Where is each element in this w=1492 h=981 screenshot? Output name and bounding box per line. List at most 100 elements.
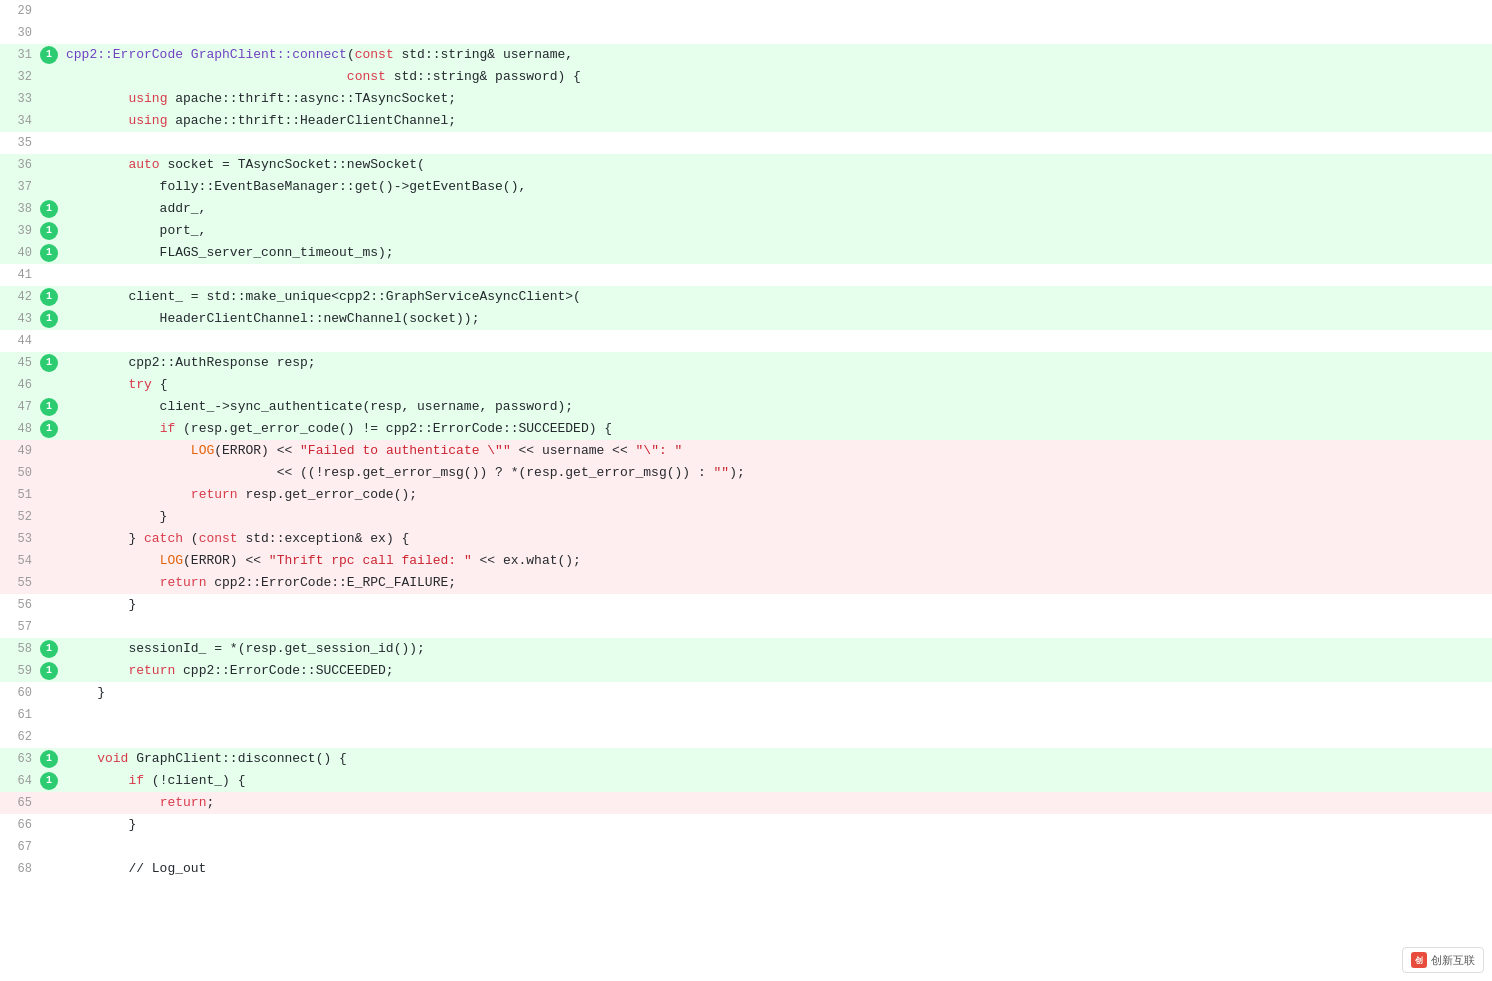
line-number: 42 [0,286,40,308]
table-row: 581 sessionId_ = *(resp.get_session_id()… [0,638,1492,660]
line-number: 33 [0,88,40,110]
line-number: 43 [0,308,40,330]
line-number: 60 [0,682,40,704]
change-badge: 1 [40,200,58,218]
line-number: 41 [0,264,40,286]
line-number: 64 [0,770,40,792]
line-number: 44 [0,330,40,352]
line-number: 55 [0,572,40,594]
code-content: return resp.get_error_code(); [62,484,1492,506]
change-badge: 1 [40,222,58,240]
table-row: 54 LOG(ERROR) << "Thrift rpc call failed… [0,550,1492,572]
table-row: 30 [0,22,1492,44]
line-number: 63 [0,748,40,770]
change-badge: 1 [40,354,58,372]
table-row: 50 << ((!resp.get_error_msg()) ? *(resp.… [0,462,1492,484]
table-row: 52 } [0,506,1492,528]
code-content: cpp2::AuthResponse resp; [62,352,1492,374]
table-row: 421 client_ = std::make_unique<cpp2::Gra… [0,286,1492,308]
line-number: 32 [0,66,40,88]
line-number: 46 [0,374,40,396]
change-badge: 1 [40,750,58,768]
line-number: 52 [0,506,40,528]
code-content: FLAGS_server_conn_timeout_ms); [62,242,1492,264]
code-content: cpp2::ErrorCode GraphClient::connect(con… [62,44,1492,66]
line-number: 48 [0,418,40,440]
watermark-logo: 创 [1411,952,1427,968]
code-content: LOG(ERROR) << "Thrift rpc call failed: "… [62,550,1492,572]
table-row: 41 [0,264,1492,286]
code-content: void GraphClient::disconnect() { [62,748,1492,770]
table-row: 36 auto socket = TAsyncSocket::newSocket… [0,154,1492,176]
code-content: addr_, [62,198,1492,220]
line-number: 34 [0,110,40,132]
code-content: return cpp2::ErrorCode::E_RPC_FAILURE; [62,572,1492,594]
code-content: folly::EventBaseManager::get()->getEvent… [62,176,1492,198]
code-lines: 2930311cpp2::ErrorCode GraphClient::conn… [0,0,1492,880]
table-row: 431 HeaderClientChannel::newChannel(sock… [0,308,1492,330]
code-content: LOG(ERROR) << "Failed to authenticate \"… [62,440,1492,462]
line-number: 49 [0,440,40,462]
line-number: 58 [0,638,40,660]
line-number: 54 [0,550,40,572]
table-row: 60 } [0,682,1492,704]
line-number: 39 [0,220,40,242]
code-content: try { [62,374,1492,396]
table-row: 451 cpp2::AuthResponse resp; [0,352,1492,374]
change-badge: 1 [40,398,58,416]
line-number: 31 [0,44,40,66]
change-badge: 1 [40,420,58,438]
table-row: 65 return; [0,792,1492,814]
code-content: client_ = std::make_unique<cpp2::GraphSe… [62,286,1492,308]
table-row: 35 [0,132,1492,154]
code-content: port_, [62,220,1492,242]
change-badge: 1 [40,640,58,658]
table-row: 46 try { [0,374,1492,396]
table-row: 591 return cpp2::ErrorCode::SUCCEEDED; [0,660,1492,682]
code-viewer: 2930311cpp2::ErrorCode GraphClient::conn… [0,0,1492,981]
table-row: 401 FLAGS_server_conn_timeout_ms); [0,242,1492,264]
line-number: 62 [0,726,40,748]
table-row: 641 if (!client_) { [0,770,1492,792]
line-number: 38 [0,198,40,220]
code-content: } catch (const std::exception& ex) { [62,528,1492,550]
watermark: 创 创新互联 [1402,947,1484,973]
code-content: << ((!resp.get_error_msg()) ? *(resp.get… [62,462,1492,484]
table-row: 66 } [0,814,1492,836]
code-content: return cpp2::ErrorCode::SUCCEEDED; [62,660,1492,682]
line-number: 61 [0,704,40,726]
line-number: 45 [0,352,40,374]
line-number: 68 [0,858,40,880]
table-row: 53 } catch (const std::exception& ex) { [0,528,1492,550]
line-number: 30 [0,22,40,44]
table-row: 32 const std::string& password) { [0,66,1492,88]
table-row: 51 return resp.get_error_code(); [0,484,1492,506]
watermark-text: 创新互联 [1431,953,1475,968]
line-number: 50 [0,462,40,484]
code-content: // Log_out [62,858,1492,880]
line-number: 29 [0,0,40,22]
line-number: 66 [0,814,40,836]
line-number: 40 [0,242,40,264]
table-row: 391 port_, [0,220,1492,242]
code-content: client_->sync_authenticate(resp, usernam… [62,396,1492,418]
line-number: 56 [0,594,40,616]
code-content: using apache::thrift::async::TAsyncSocke… [62,88,1492,110]
line-number: 59 [0,660,40,682]
table-row: 67 [0,836,1492,858]
table-row: 381 addr_, [0,198,1492,220]
table-row: 61 [0,704,1492,726]
change-badge: 1 [40,46,58,64]
code-content: auto socket = TAsyncSocket::newSocket( [62,154,1492,176]
code-content: return; [62,792,1492,814]
table-row: 56 } [0,594,1492,616]
table-row: 34 using apache::thrift::HeaderClientCha… [0,110,1492,132]
change-badge: 1 [40,662,58,680]
line-number: 67 [0,836,40,858]
table-row: 55 return cpp2::ErrorCode::E_RPC_FAILURE… [0,572,1492,594]
code-content: if (!client_) { [62,770,1492,792]
change-badge: 1 [40,288,58,306]
table-row: 37 folly::EventBaseManager::get()->getEv… [0,176,1492,198]
line-number: 37 [0,176,40,198]
line-number: 65 [0,792,40,814]
